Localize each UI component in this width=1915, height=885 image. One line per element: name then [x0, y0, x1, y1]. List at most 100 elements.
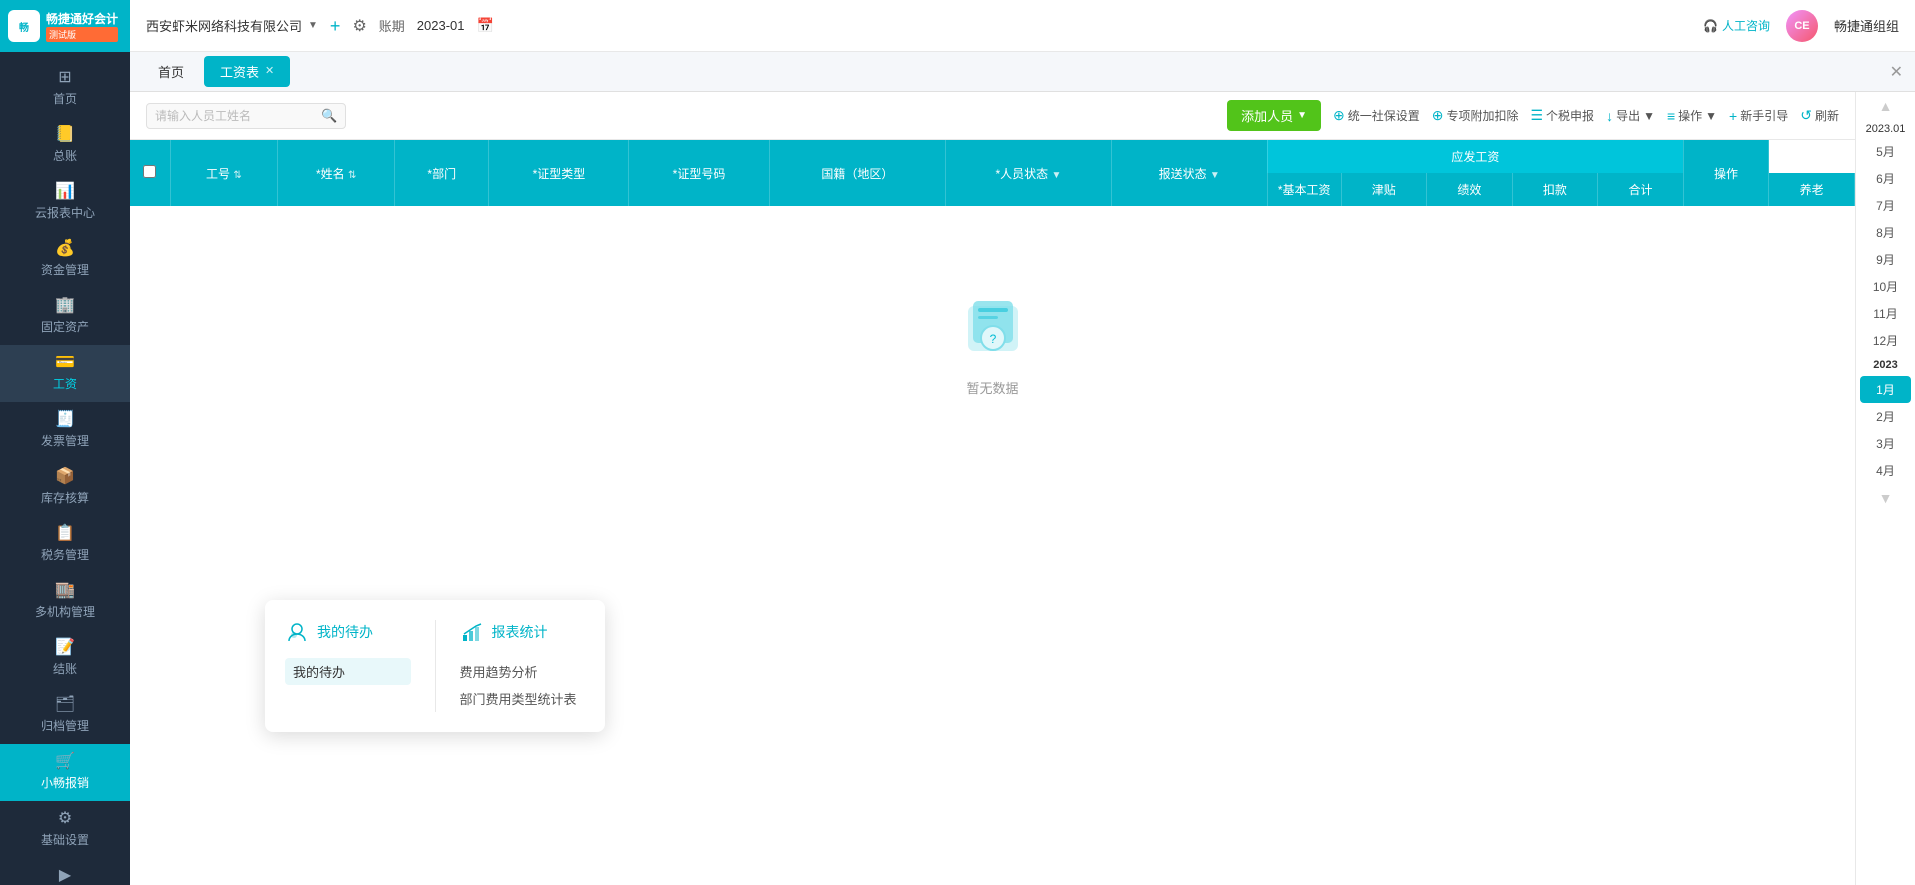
sidebar-item-8[interactable]: 📋 税务管理 — [0, 516, 130, 573]
sidebar-item-9[interactable]: 🏬多机构管理 — [0, 573, 130, 630]
month-2[interactable]: 2月 — [1856, 403, 1915, 430]
sidebar: 畅 畅捷通好会计 测试版 ⊞首页📒总账📊云报表中心💰资金管理🏢固定资产💳工资🧾发… — [0, 0, 130, 885]
sidebar-item-3[interactable]: 💰资金管理 — [0, 231, 130, 288]
sidebar-item-7[interactable]: 📦库存核算 — [0, 459, 130, 516]
month-panel: ▲ 2023.01 5月 6月 7月 8月 9月 10月 11月 12月 202… — [1855, 92, 1915, 885]
sub-col-performance: 绩效 — [1427, 173, 1513, 206]
company-dropdown-icon: ▼ — [308, 20, 318, 31]
sidebar-item-4[interactable]: 🏢固定资产 — [0, 288, 130, 345]
month-nav-down[interactable]: ▼ — [1856, 484, 1915, 512]
social-security-icon: ⊕ — [1333, 107, 1345, 124]
search-box[interactable]: 🔍 — [146, 103, 346, 129]
sidebar-item-14[interactable]: ▶新手引导 — [0, 858, 130, 885]
sub-col-pension: 养老 — [1769, 173, 1855, 206]
tax-deduction-icon: ⊕ — [1432, 107, 1444, 124]
table-area: 🔍 添加人员 ▼ ⊕ 统一社保设置 ⊕ 专项附加扣除 — [130, 92, 1855, 885]
month-nav-up[interactable]: ▲ — [1856, 92, 1915, 120]
month-7[interactable]: 7月 — [1856, 192, 1915, 219]
month-5[interactable]: 5月 — [1856, 138, 1915, 165]
action-tax-report[interactable]: ☰ 个税申报 — [1530, 107, 1594, 124]
col-checkbox[interactable] — [130, 140, 170, 206]
month-1-active[interactable]: 1月 — [1860, 376, 1911, 403]
service-button[interactable]: 🎧 人工咨询 — [1703, 17, 1770, 34]
export-icon: ↓ — [1606, 108, 1613, 124]
action-social-security[interactable]: ⊕ 统一社保设置 — [1333, 107, 1420, 124]
tab-close-icon[interactable]: ✕ — [265, 66, 274, 77]
month-4[interactable]: 4月 — [1856, 457, 1915, 484]
sidebar-item-13[interactable]: ⚙基础设置 — [0, 801, 130, 858]
popup-col-reports-header: 报表统计 — [460, 620, 586, 644]
sidebar-item-2[interactable]: 📊云报表中心 — [0, 174, 130, 231]
empty-state: ? 暂无数据 — [130, 206, 1855, 477]
sidebar-item-0[interactable]: ⊞首页 — [0, 60, 130, 117]
month-3[interactable]: 3月 — [1856, 430, 1915, 457]
period-value: 2023-01 — [417, 18, 465, 33]
popup-item-dept-cost[interactable]: 部门费用类型统计表 — [460, 685, 586, 712]
action-tax-deduction[interactable]: ⊕ 专项附加扣除 — [1432, 107, 1519, 124]
col-group-salary: 应发工资 — [1267, 140, 1683, 173]
sidebar-item-icon-0: ⊞ — [58, 70, 71, 86]
sidebar-item-label-8: 税务管理 — [41, 546, 89, 563]
month-8[interactable]: 8月 — [1856, 219, 1915, 246]
popup-col-todo: 我的待办 我的待办 — [285, 620, 411, 712]
popup-item-cost-trend[interactable]: 费用趋势分析 — [460, 658, 586, 685]
logo-text: 畅捷通好会计 测试版 — [46, 10, 118, 42]
month-9[interactable]: 9月 — [1856, 246, 1915, 273]
close-panel-button[interactable]: ✕ — [1890, 62, 1903, 82]
action-operation[interactable]: ≡ 操作 ▼ — [1667, 107, 1717, 124]
username: 畅捷通组组 — [1834, 16, 1899, 35]
tab-payroll-label: 工资表 — [220, 62, 259, 81]
sidebar-item-1[interactable]: 📒总账 — [0, 117, 130, 174]
month-12[interactable]: 12月 — [1856, 327, 1915, 354]
popup-col-todo-title: 我的待办 — [317, 622, 373, 642]
company-name: 西安虾米网络科技有限公司 — [146, 16, 302, 35]
month-6[interactable]: 6月 — [1856, 165, 1915, 192]
popup-menu: 我的待办 我的待办 报表统计 费用趋势分析 部门费用类型统计表 — [265, 600, 605, 732]
sub-col-total: 合计 — [1598, 173, 1684, 206]
sidebar-item-icon-5: 💳 — [55, 355, 75, 371]
tab-payroll[interactable]: 工资表 ✕ — [204, 56, 290, 87]
app-logo[interactable]: 畅 畅捷通好会计 测试版 — [0, 0, 130, 52]
col-employee-id: 工号 ⇅ — [170, 140, 278, 206]
sidebar-item-icon-8: 📋 — [55, 526, 75, 542]
action-refresh[interactable]: ↺ 刷新 — [1800, 107, 1839, 124]
add-person-label: 添加人员 — [1241, 106, 1293, 125]
toolbar-actions: 添加人员 ▼ ⊕ 统一社保设置 ⊕ 专项附加扣除 ☰ 个税申报 — [1227, 100, 1839, 131]
popup-divider — [435, 620, 436, 712]
action-guide[interactable]: + 新手引导 — [1729, 107, 1788, 124]
select-all-checkbox[interactable] — [143, 165, 156, 178]
filter-report-icon[interactable]: ▼ — [1210, 170, 1220, 181]
add-person-button[interactable]: 添加人员 ▼ — [1227, 100, 1321, 131]
add-company-button[interactable]: + — [330, 17, 341, 35]
search-icon: 🔍 — [321, 108, 337, 124]
col-operations: 操作 — [1683, 140, 1769, 206]
popup-item-my-todo[interactable]: 我的待办 — [285, 658, 411, 685]
sub-col-allowance: 津贴 — [1341, 173, 1427, 206]
col-name: *姓名 ⇅ — [278, 140, 395, 206]
sidebar-item-icon-11: 🗂 — [55, 697, 75, 713]
sidebar-item-6[interactable]: 🧾发票管理 — [0, 402, 130, 459]
operation-icon: ≡ — [1667, 108, 1675, 124]
company-selector[interactable]: 西安虾米网络科技有限公司 ▼ — [146, 16, 318, 35]
sidebar-item-5[interactable]: 💳工资 — [0, 345, 130, 402]
sidebar-item-icon-4: 🏢 — [55, 298, 75, 314]
sidebar-item-label-11: 归档管理 — [41, 717, 89, 734]
period-calendar-icon[interactable]: 📅 — [477, 17, 494, 34]
sidebar-item-icon-14: ▶ — [59, 868, 71, 884]
month-10[interactable]: 10月 — [1856, 273, 1915, 300]
tab-home[interactable]: 首页 — [142, 56, 200, 87]
sidebar-item-label-10: 结账 — [53, 660, 77, 677]
settings-icon[interactable]: ⚙ — [352, 16, 366, 36]
avatar[interactable]: CE — [1786, 10, 1818, 42]
sidebar-item-10[interactable]: 📝结账 — [0, 630, 130, 687]
sidebar-item-label-7: 库存核算 — [41, 489, 89, 506]
sidebar-item-icon-2: 📊 — [55, 184, 75, 200]
month-11[interactable]: 11月 — [1856, 300, 1915, 327]
action-export[interactable]: ↓ 导出 ▼ — [1606, 107, 1655, 124]
sidebar-item-11[interactable]: 🗂 归档管理 — [0, 687, 130, 744]
filter-status-icon[interactable]: ▼ — [1051, 170, 1061, 181]
sidebar-item-12[interactable]: 🛒小畅报销 — [0, 744, 130, 801]
payroll-table: 工号 ⇅ *姓名 ⇅ *部门 *证型类型 *证型号码 国籍（地区） *人员状态 … — [130, 140, 1855, 206]
search-input[interactable] — [155, 109, 315, 123]
export-arrow-icon: ▼ — [1643, 109, 1655, 123]
